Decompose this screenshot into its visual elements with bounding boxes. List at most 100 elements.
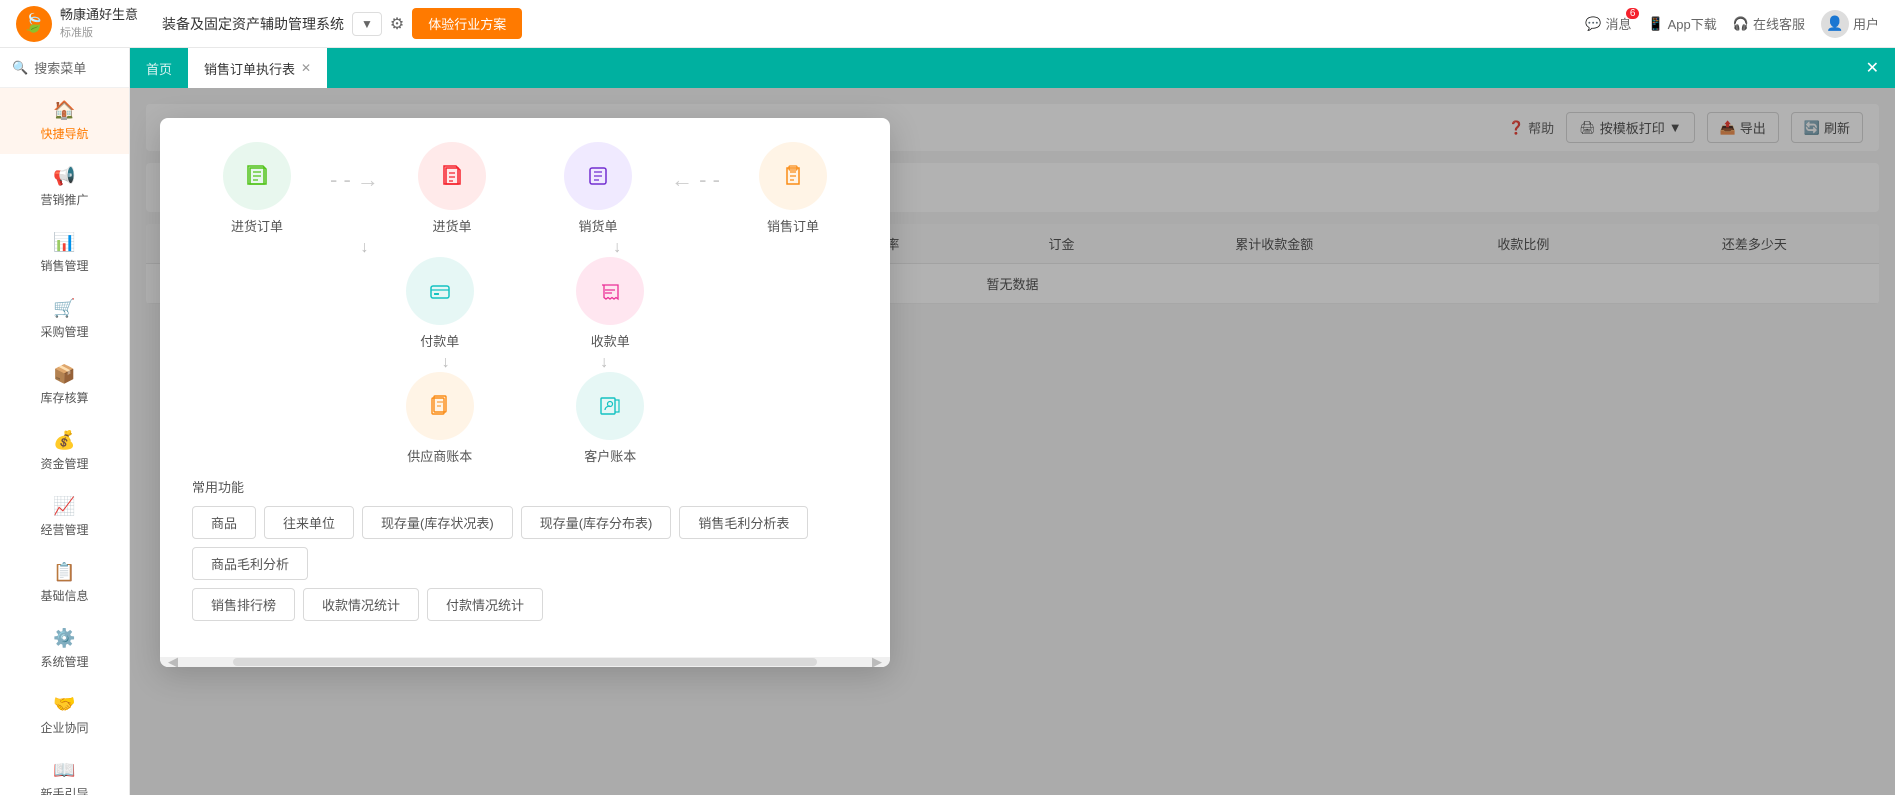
flow-row-3: 供应商账本 客户账本 <box>192 372 858 465</box>
tab-home[interactable]: 首页 <box>130 48 188 88</box>
func-btn-product[interactable]: 商品 <box>192 506 256 539</box>
message-badge: 6 <box>1626 8 1640 19</box>
finance-icon: 💰 <box>53 430 75 451</box>
node-sales-order[interactable]: 销售订单 <box>728 142 858 235</box>
message-btn[interactable]: 💬 消息 6 <box>1585 14 1631 33</box>
common-functions: 常用功能 商品 往来单位 现存量(库存状况表) 现存量(库存分布表) 销售毛利分… <box>192 477 858 621</box>
arrow-right-1: - - → <box>322 167 387 193</box>
func-btn-receipt-stats[interactable]: 收款情况统计 <box>303 588 419 621</box>
logo-text: 畅康通好生意 <box>60 7 138 24</box>
avatar: 👤 <box>1821 10 1849 38</box>
func-btn-stock-status[interactable]: 现存量(库存状况表) <box>362 506 513 539</box>
sidebar-item-label: 基础信息 <box>40 587 88 604</box>
modal-overlay[interactable]: 进货订单 - - → 进货单 <box>130 88 1895 795</box>
flow-row-1: 进货订单 - - → 进货单 <box>192 142 858 235</box>
arrow-row-down-2: ↓ ↓ <box>192 354 858 372</box>
sidebar-item-label: 快捷导航 <box>40 125 88 142</box>
sidebar: 🔍 搜索菜单 🏠 快捷导航 📢 营销推广 📊 销售管理 🛒 <box>0 48 130 795</box>
online-service-btn[interactable]: 🎧 在线客服 <box>1733 14 1805 33</box>
sidebar-item-quick-nav[interactable]: 🏠 快捷导航 <box>0 88 129 154</box>
purchase-order-icon <box>223 142 291 210</box>
func-btn-sales-rank[interactable]: 销售排行榜 <box>192 588 295 621</box>
sidebar-item-operations[interactable]: 📈 经营管理 <box>0 484 129 550</box>
purchase-bill-icon <box>418 142 486 210</box>
message-icon: 💬 <box>1585 16 1601 32</box>
supplier-ledger-label: 供应商账本 <box>407 446 472 465</box>
download-icon: 📱 <box>1647 16 1663 32</box>
operations-icon: 📈 <box>53 496 75 517</box>
purchase-order-label: 进货订单 <box>231 216 283 235</box>
sidebar-item-label: 采购管理 <box>40 323 88 340</box>
tab-sales-exec[interactable]: 销售订单执行表 ✕ <box>188 48 327 88</box>
modal-inner: 进货订单 - - → 进货单 <box>160 118 890 649</box>
purchase-bill-label: 进货单 <box>432 216 471 235</box>
node-purchase-bill[interactable]: 进货单 <box>387 142 517 235</box>
scroll-left-btn[interactable]: ◀ <box>160 654 186 667</box>
node-supplier-ledger[interactable]: 供应商账本 <box>363 372 518 465</box>
func-btn-partner[interactable]: 往来单位 <box>264 506 354 539</box>
scrollbar-track[interactable] <box>233 658 817 666</box>
user-label: 用户 <box>1853 14 1879 33</box>
sidebar-item-enterprise[interactable]: 🤝 企业协同 <box>0 682 129 748</box>
scroll-right-btn[interactable]: ▶ <box>864 654 890 667</box>
sidebar-item-system[interactable]: ⚙️ 系统管理 <box>0 616 129 682</box>
service-icon: 🎧 <box>1733 16 1749 32</box>
node-customer-ledger[interactable]: 客户账本 <box>533 372 688 465</box>
main-area: 首页 销售订单执行表 ✕ ✕ ❓ 帮助 🖨 按 <box>130 48 1895 795</box>
payment-bill-label: 付款单 <box>420 331 459 350</box>
func-btn-stock-dist[interactable]: 现存量(库存分布表) <box>521 506 672 539</box>
sales-order-icon <box>759 142 827 210</box>
experience-btn[interactable]: 体验行业方案 <box>412 8 522 39</box>
customer-ledger-label: 客户账本 <box>584 446 636 465</box>
tab-home-label: 首页 <box>146 59 172 78</box>
logo-area: 🍃 畅康通好生意 标准版 <box>16 6 146 42</box>
marketing-icon: 📢 <box>53 166 75 187</box>
sidebar-item-purchase[interactable]: 🛒 采购管理 <box>0 286 129 352</box>
node-receipt-bill[interactable]: 收款单 <box>533 257 688 350</box>
sidebar-item-label: 系统管理 <box>40 653 88 670</box>
enterprise-icon: 🤝 <box>53 694 75 715</box>
content-area: 🔍 搜索菜单 🏠 快捷导航 📢 营销推广 📊 销售管理 🛒 <box>0 48 1895 795</box>
sidebar-item-label: 资金管理 <box>40 455 88 472</box>
sidebar-item-label: 经营管理 <box>40 521 88 538</box>
node-payment-bill[interactable]: 付款单 <box>363 257 518 350</box>
sidebar-item-label: 新手引导 <box>40 785 88 795</box>
sidebar-item-finance[interactable]: 💰 资金管理 <box>0 418 129 484</box>
tab-close-icon[interactable]: ✕ <box>301 61 311 75</box>
newbie-icon: 📖 <box>53 760 75 781</box>
sidebar-item-label: 销售管理 <box>40 257 88 274</box>
sales-order-label: 销售订单 <box>767 216 819 235</box>
user-btn[interactable]: 👤 用户 <box>1821 10 1879 38</box>
system-icon: ⚙️ <box>53 628 75 649</box>
node-purchase-order[interactable]: 进货订单 <box>192 142 322 235</box>
system-dropdown-btn[interactable]: ▼ <box>352 12 382 36</box>
search-menu-btn[interactable]: 🔍 搜索菜单 <box>0 48 129 88</box>
app-download-label: App下载 <box>1668 14 1717 33</box>
node-sales-bill[interactable]: 销货单 <box>533 142 663 235</box>
purchase-icon: 🛒 <box>53 298 75 319</box>
sidebar-item-basic-info[interactable]: 📋 基础信息 <box>0 550 129 616</box>
logo-icon: 🍃 <box>16 6 52 42</box>
sales-bill-icon <box>564 142 632 210</box>
sidebar-item-newbie[interactable]: 📖 新手引导 <box>0 748 129 795</box>
func-btn-sales-margin[interactable]: 销售毛利分析表 <box>679 506 808 539</box>
settings-icon-btn[interactable]: ⚙ <box>390 14 404 34</box>
sidebar-item-inventory[interactable]: 📦 库存核算 <box>0 352 129 418</box>
tab-bar-close-btn[interactable]: ✕ <box>1850 58 1895 78</box>
flow-row-2: 付款单 收款单 <box>192 257 858 350</box>
search-menu-label: 搜索菜单 <box>34 58 86 77</box>
modal-dialog: 进货订单 - - → 进货单 <box>160 118 890 667</box>
logo-text-area: 畅康通好生意 标准版 <box>60 7 138 40</box>
sidebar-item-sales[interactable]: 📊 销售管理 <box>0 220 129 286</box>
receipt-bill-icon <box>576 257 644 325</box>
sidebar-item-label: 企业协同 <box>40 719 88 736</box>
sidebar-menu: 🏠 快捷导航 📢 营销推广 📊 销售管理 🛒 采购管理 📦 库存核 <box>0 88 129 795</box>
top-bar-center: 装备及固定资产辅助管理系统 ▼ ⚙ 体验行业方案 <box>146 8 1585 39</box>
quick-nav-icon: 🏠 <box>53 100 75 121</box>
func-btn-payment-stats[interactable]: 付款情况统计 <box>427 588 543 621</box>
sidebar-item-marketing[interactable]: 📢 营销推广 <box>0 154 129 220</box>
search-icon: 🔍 <box>12 60 28 76</box>
sales-icon: 📊 <box>53 232 75 253</box>
app-download-btn[interactable]: 📱 App下载 <box>1647 14 1716 33</box>
func-btn-product-margin[interactable]: 商品毛利分析 <box>192 547 308 580</box>
